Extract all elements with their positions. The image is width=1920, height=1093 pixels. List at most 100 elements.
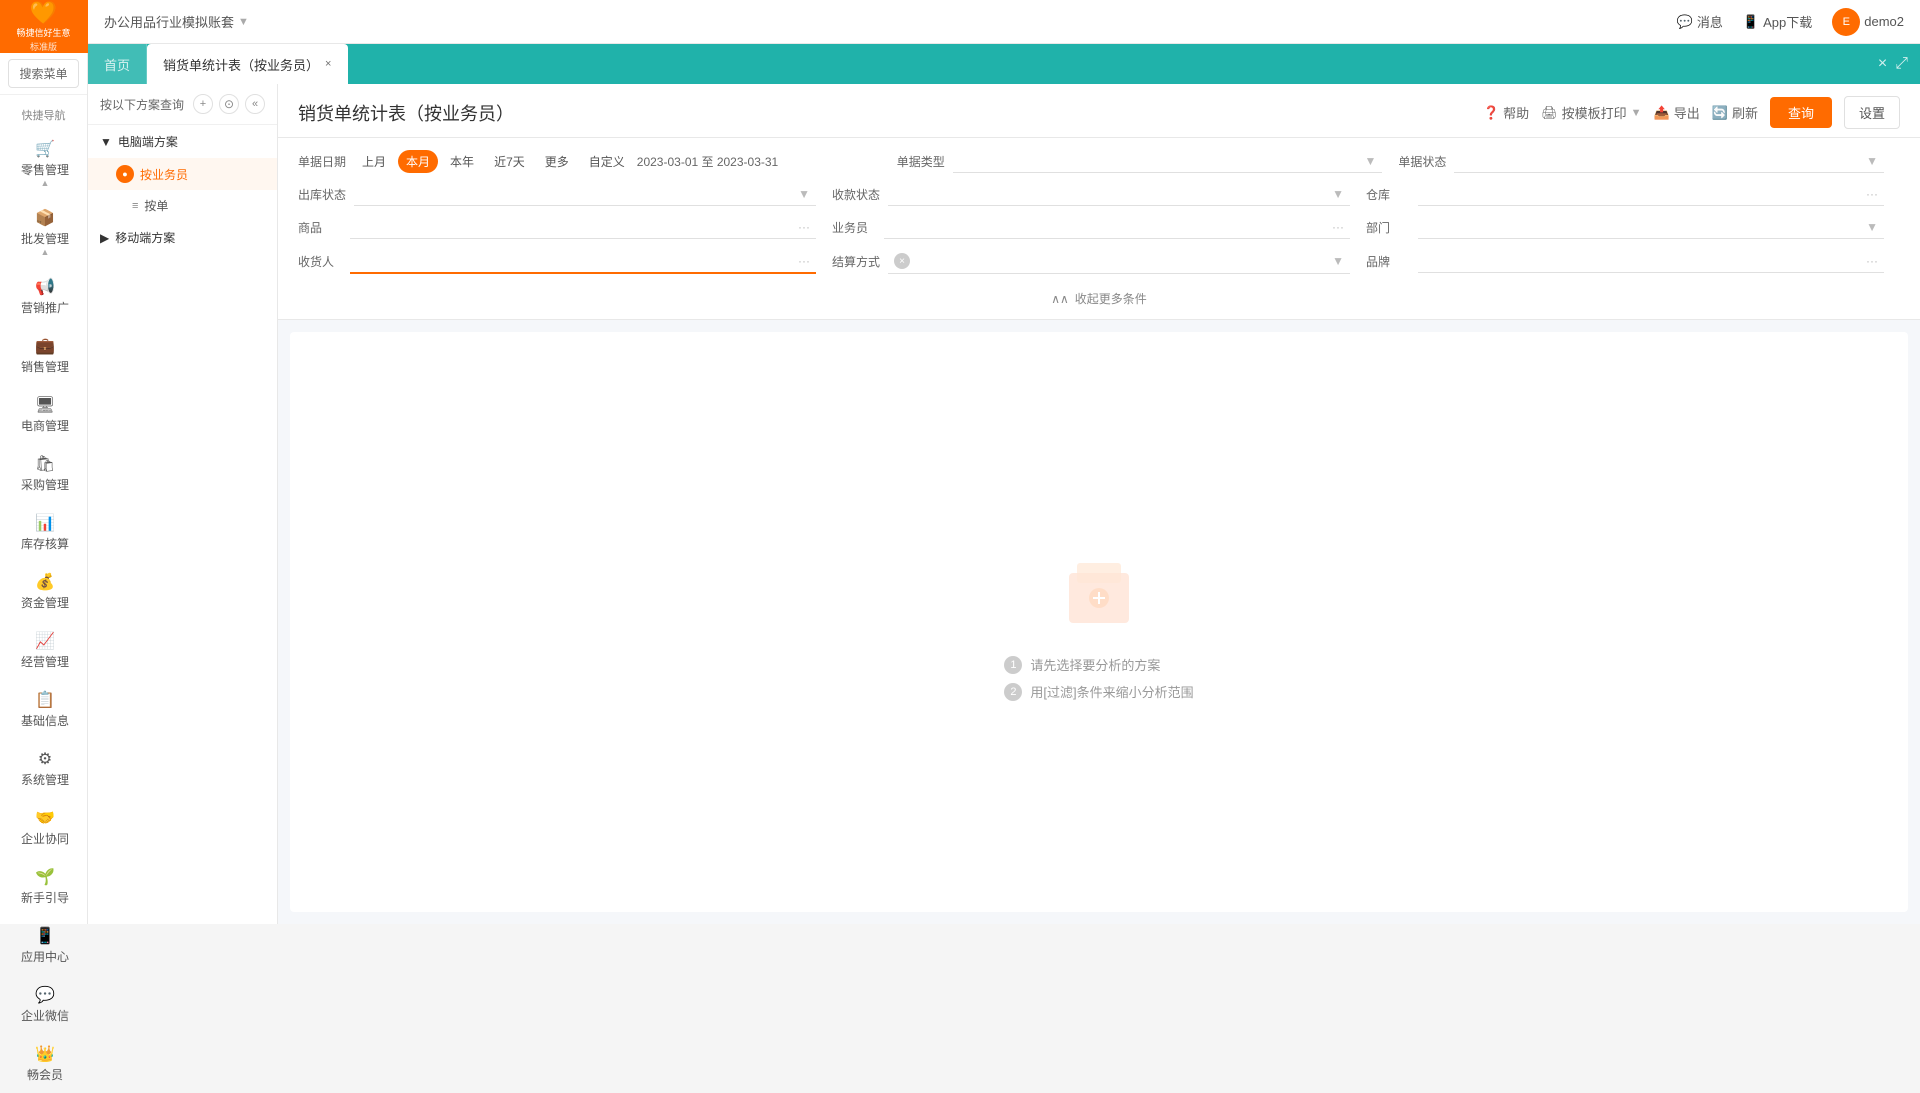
goods-input[interactable]: ··· — [350, 216, 816, 239]
date-btn-more[interactable]: 更多 — [537, 150, 577, 173]
plan-item-label: 按业务员 — [140, 166, 188, 183]
date-btn-custom[interactable]: 自定义 — [581, 150, 633, 173]
page-header: 销货单统计表（按业务员） ❓ 帮助 🖨 按模板打印 ▼ 📤 导出 — [278, 84, 1920, 138]
retail-icon: 🛒 — [35, 139, 55, 159]
logo-text: 畅捷信好生意 — [16, 28, 70, 40]
salesperson-input[interactable]: ··· — [884, 216, 1350, 239]
edit-plan-button[interactable]: ⊙ — [219, 94, 239, 114]
sidebar-item-member[interactable]: 👑 畅会员 — [0, 1034, 87, 1093]
sidebar-item-operation[interactable]: 📈 经营管理 — [0, 621, 87, 680]
filter-item-salesperson: 业务员 ··· — [832, 216, 1350, 239]
warehouse-dots-icon[interactable]: ··· — [1866, 187, 1878, 201]
topbar-right: 💬 消息 📱 App下载 E demo2 — [1677, 8, 1904, 36]
department-dropdown[interactable]: ▼ — [1418, 216, 1884, 239]
sidebar-item-enterprise[interactable]: 🤝 企业协同 — [0, 798, 87, 857]
main-area: 办公用品行业模拟账套 ▼ 💬 消息 📱 App下载 E demo2 首页 — [88, 0, 1920, 924]
salesperson-dots-icon[interactable]: ··· — [1332, 220, 1344, 234]
tab-active[interactable]: 销货单统计表（按业务员） × — [147, 44, 348, 84]
marketing-icon: 📢 — [35, 277, 55, 297]
warehouse-label: 仓库 — [1366, 186, 1410, 203]
hint-text-2: 用[过滤]条件来缩小分析范围 — [1030, 682, 1193, 701]
group-label: 电脑端方案 — [118, 133, 178, 150]
account-dropdown[interactable]: 办公用品行业模拟账套 ▼ — [104, 12, 249, 31]
sidebar-item-purchase[interactable]: 🛍 采购管理 — [0, 444, 87, 503]
sidebar-item-sales[interactable]: 💼 销售管理 — [0, 326, 87, 385]
date-btn-thisyear[interactable]: 本年 — [442, 150, 482, 173]
type-dropdown[interactable]: ▼ — [953, 150, 1383, 173]
sidebar-item-inventory[interactable]: 📊 库存核算 — [0, 503, 87, 562]
brand-label: 品牌 — [1366, 253, 1410, 270]
close-window-icon[interactable]: × — [1878, 55, 1887, 73]
help-button[interactable]: ❓ 帮助 — [1483, 103, 1529, 122]
sidebar-item-ecommerce[interactable]: 🖥 电商管理 — [0, 385, 87, 444]
status-label: 单据状态 — [1398, 153, 1446, 170]
plan-item-order[interactable]: ≡ 按单 — [88, 190, 277, 221]
sidebar-item-finance[interactable]: 💰 资金管理 — [0, 562, 87, 621]
sidebar-item-basic-info[interactable]: 📋 基础信息 — [0, 680, 87, 739]
tab-close-icon[interactable]: × — [325, 58, 331, 70]
export-button[interactable]: 📤 导出 — [1654, 103, 1700, 122]
desktop-plan-title[interactable]: ▼ 电脑端方案 — [88, 125, 277, 158]
tab-home[interactable]: 首页 — [88, 44, 147, 84]
receiver-input[interactable]: ··· — [350, 250, 816, 274]
left-panel-icons: + ⊙ « — [193, 94, 265, 114]
app-logo[interactable]: 🧡 畅捷信好生意 标准版 — [0, 0, 88, 53]
query-button[interactable]: 查询 — [1770, 97, 1832, 128]
settings-button[interactable]: 设置 — [1844, 96, 1900, 129]
appcenter-icon: 📱 — [35, 926, 55, 946]
user-profile[interactable]: E demo2 — [1832, 8, 1904, 36]
brand-dots-icon[interactable]: ··· — [1866, 254, 1878, 268]
sidebar-item-newuser[interactable]: 🌱 新手引导 — [0, 857, 87, 916]
sidebar-item-marketing[interactable]: 📢 营销推广 — [0, 267, 87, 326]
payment-dropdown[interactable]: ▼ — [888, 183, 1350, 206]
empty-hint-2: 2 用[过滤]条件来缩小分析范围 — [1004, 682, 1193, 701]
sidebar-item-retail[interactable]: 🛒 零售管理 ▲ — [0, 129, 87, 198]
receiver-dots-icon[interactable]: ··· — [798, 254, 810, 268]
plan-item-salesperson[interactable]: ● 按业务员 — [88, 158, 277, 190]
collapse-filter-button[interactable]: ∧∧ 收起更多条件 — [298, 284, 1900, 307]
filter-item-brand: 品牌 ··· — [1366, 250, 1884, 273]
purchase-icon: 🛍 — [35, 454, 55, 474]
warehouse-input[interactable]: ··· — [1418, 183, 1884, 206]
sidebar-item-appcenter[interactable]: 📱 应用中心 — [0, 916, 87, 975]
refresh-button[interactable]: 🔄 刷新 — [1712, 103, 1758, 122]
collapse-panel-button[interactable]: « — [245, 94, 265, 114]
sidebar-item-label: 采购管理 — [21, 476, 69, 493]
content-area: 按以下方案查询 + ⊙ « ▼ 电脑端方案 ● 按业务员 ≡ 按 — [88, 84, 1920, 924]
date-btn-thismonth[interactable]: 本月 — [398, 150, 438, 173]
status-arrow-icon: ▼ — [1866, 154, 1878, 168]
filter-row-3: 商品 ··· 业务员 ··· 部门 — [298, 216, 1900, 239]
filter-item-receiver: 收货人 ··· — [298, 250, 816, 274]
sidebar-item-wholesale[interactable]: 📦 批发管理 ▲ — [0, 198, 87, 267]
add-plan-button[interactable]: + — [193, 94, 213, 114]
refresh-icon: 🔄 — [1712, 105, 1728, 121]
status-dropdown[interactable]: ▼ — [1454, 150, 1884, 173]
avatar: E — [1832, 8, 1860, 36]
hint-text-1: 请先选择要分析的方案 — [1030, 655, 1160, 674]
empty-illustration — [1049, 543, 1149, 643]
sidebar-item-label: 企业微信 — [21, 1007, 69, 1024]
collapse-label: 收起更多条件 — [1075, 290, 1147, 307]
maximize-icon[interactable]: ⤢ — [1895, 55, 1908, 73]
brand-input[interactable]: ··· — [1418, 250, 1884, 273]
filter-area: 单据日期 上月 本月 本年 近7天 更多 自定义 2023-03-01 至 20… — [278, 138, 1920, 320]
finance-icon: 💰 — [35, 572, 55, 592]
sidebar-item-label: 新手引导 — [21, 889, 69, 906]
settlement-clear-button[interactable]: × — [894, 253, 910, 269]
hint-num-2: 2 — [1004, 683, 1022, 701]
account-name: 办公用品行业模拟账套 — [104, 12, 234, 31]
goods-dots-icon[interactable]: ··· — [798, 220, 810, 234]
member-icon: 👑 — [35, 1044, 55, 1064]
search-menu-button[interactable]: 搜索菜单 — [8, 59, 79, 88]
date-btn-lastmonth[interactable]: 上月 — [354, 150, 394, 173]
sidebar-item-system[interactable]: ⚙ 系统管理 — [0, 739, 87, 798]
download-icon: 📱 — [1743, 14, 1759, 30]
sidebar-item-enterprise-wechat[interactable]: 💬 企业微信 — [0, 975, 87, 1034]
mobile-plan-title[interactable]: ▶ 移动端方案 — [88, 221, 277, 254]
shipment-label: 出库状态 — [298, 186, 346, 203]
template-print-button[interactable]: 🖨 按模板打印 ▼ — [1541, 103, 1641, 122]
message-button[interactable]: 💬 消息 — [1677, 12, 1723, 31]
date-btn-7days[interactable]: 近7天 — [486, 150, 533, 173]
shipment-dropdown[interactable]: ▼ — [354, 183, 816, 206]
app-download-button[interactable]: 📱 App下载 — [1743, 12, 1812, 31]
